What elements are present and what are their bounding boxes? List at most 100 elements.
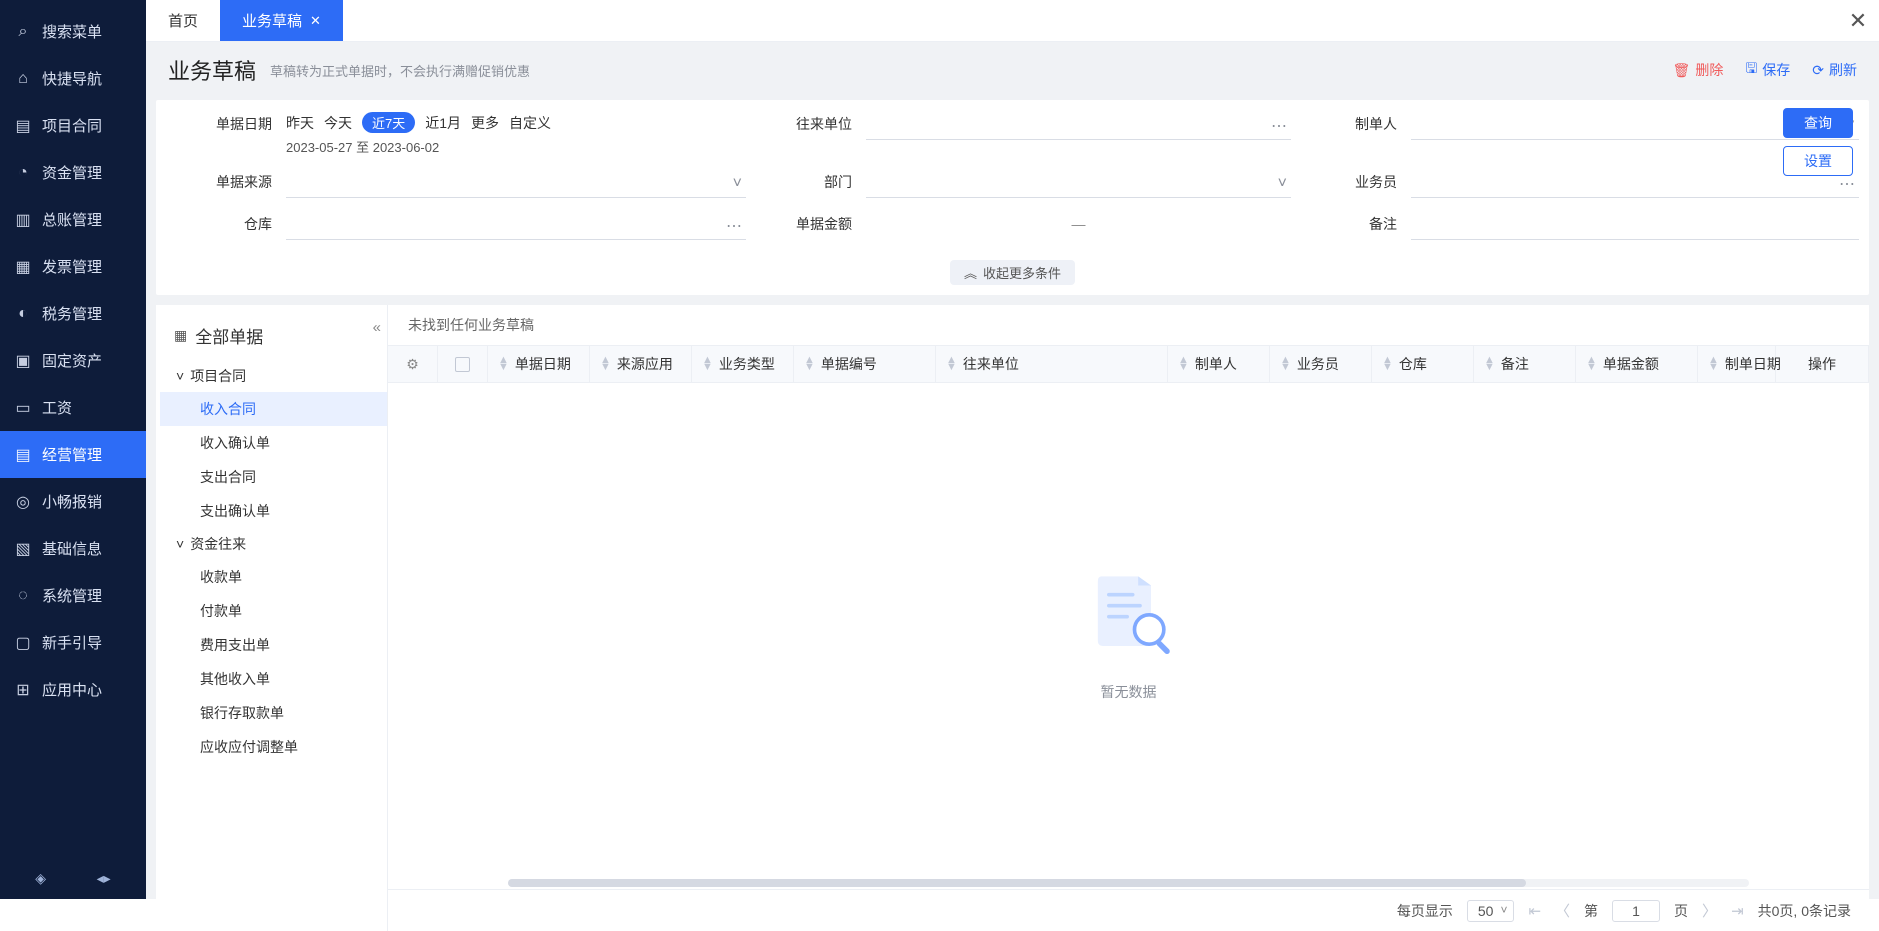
date-opt-7days[interactable]: 近7天 bbox=[362, 112, 415, 133]
sidebar-item-label: 发票管理 bbox=[42, 256, 102, 277]
date-opt-custom[interactable]: 自定义 bbox=[509, 113, 551, 133]
sort-icon: ▲▼ bbox=[702, 357, 713, 371]
prev-page-icon[interactable]: 〈 bbox=[1555, 900, 1570, 921]
col-source[interactable]: ▲▼来源应用 bbox=[590, 346, 692, 382]
page-input[interactable]: 1 bbox=[1612, 900, 1660, 922]
sidebar-item-invoice[interactable]: ▦ 发票管理 bbox=[0, 243, 146, 290]
date-options: 昨天 今天 近7天 近1月 更多 自定义 bbox=[286, 112, 746, 133]
empty-illustration-icon bbox=[1074, 558, 1184, 668]
last-page-icon[interactable]: ⇥ bbox=[1731, 902, 1744, 920]
close-icon[interactable]: ✕ bbox=[310, 13, 321, 29]
col-label: 单据日期 bbox=[515, 354, 571, 374]
remark-input[interactable] bbox=[1411, 212, 1859, 240]
sidebar-item-asset[interactable]: ▣固定资产 bbox=[0, 337, 146, 384]
col-salesman[interactable]: ▲▼业务员 bbox=[1270, 346, 1372, 382]
footer-icon-1[interactable]: ◈ bbox=[35, 870, 46, 887]
partner-picker[interactable]: ⋯ bbox=[866, 112, 1291, 140]
date-opt-today[interactable]: 今天 bbox=[324, 113, 352, 133]
sidebar-item-guide[interactable]: ▢新手引导 bbox=[0, 619, 146, 666]
col-label: 单据金额 bbox=[1603, 354, 1659, 374]
col-make-date[interactable]: ▲▼制单日期 bbox=[1698, 346, 1776, 382]
tab-draft[interactable]: 业务草稿 ✕ bbox=[220, 0, 343, 41]
tree-item-ar-ap-adjust[interactable]: 应收应付调整单 bbox=[156, 730, 387, 764]
warehouse-picker[interactable]: ⋯ bbox=[286, 212, 746, 240]
amount-label: 单据金额 bbox=[746, 212, 866, 234]
date-opt-more[interactable]: 更多 bbox=[471, 113, 499, 133]
tree-item-income-contract[interactable]: 收入合同 bbox=[160, 392, 387, 426]
date-opt-yesterday[interactable]: 昨天 bbox=[286, 113, 314, 133]
sidebar-item-tax[interactable]: ◐税务管理 bbox=[0, 290, 146, 337]
save-button[interactable]: 🖫保存 bbox=[1745, 58, 1790, 82]
sidebar-item-salary[interactable]: ▭工资 bbox=[0, 384, 146, 431]
tree-group-label: 资金往来 bbox=[190, 534, 246, 554]
first-page-icon[interactable]: ⇤ bbox=[1528, 902, 1541, 920]
filter-panel: 查询 设置 单据日期 昨天 今天 近7天 近1月 更多 自定义 2023-05-… bbox=[156, 100, 1869, 295]
col-maker[interactable]: ▲▼制单人 bbox=[1168, 346, 1270, 382]
date-opt-1month[interactable]: 近1月 bbox=[425, 113, 461, 133]
tree-item-receipt[interactable]: 收款单 bbox=[156, 560, 387, 594]
sidebar-item-label: 搜索菜单 bbox=[42, 21, 102, 42]
page-header: 业务草稿 草稿转为正式单据时，不会执行满赠促销优惠 🗑删除 🖫保存 ⟳刷新 bbox=[146, 42, 1879, 100]
remark-label: 备注 bbox=[1291, 212, 1411, 234]
sidebar-item-label: 新手引导 bbox=[42, 632, 102, 653]
settings-button[interactable]: 设置 bbox=[1783, 146, 1853, 176]
system-icon: ◌ bbox=[14, 587, 32, 605]
asset-icon: ▣ bbox=[14, 352, 32, 370]
dept-dropdown[interactable]: ˅ bbox=[866, 170, 1291, 198]
select-all-checkbox[interactable] bbox=[438, 346, 488, 382]
tab-home[interactable]: 首页 bbox=[146, 0, 220, 41]
tree-item-expense-bill[interactable]: 费用支出单 bbox=[156, 628, 387, 662]
collapse-label: 收起更多条件 bbox=[983, 263, 1061, 282]
sidebar-item-contract[interactable]: ▤项目合同 bbox=[0, 102, 146, 149]
col-date[interactable]: ▲▼单据日期 bbox=[488, 346, 590, 382]
filter-side-buttons: 查询 设置 bbox=[1783, 108, 1853, 176]
sidebar-item-quicknav[interactable]: ⌂快捷导航 bbox=[0, 55, 146, 102]
delete-button[interactable]: 🗑删除 bbox=[1673, 58, 1724, 82]
refresh-button[interactable]: ⟳刷新 bbox=[1812, 58, 1857, 82]
baseinfo-icon: ▧ bbox=[14, 540, 32, 558]
page-title: 业务草稿 bbox=[168, 54, 256, 86]
invoice-icon: ▦ bbox=[14, 258, 32, 276]
sort-icon: ▲▼ bbox=[804, 357, 815, 371]
tree-title-label: 全部单据 bbox=[195, 323, 263, 348]
sidebar-item-system[interactable]: ◌系统管理 bbox=[0, 572, 146, 619]
col-number[interactable]: ▲▼单据编号 bbox=[794, 346, 936, 382]
sidebar-item-business[interactable]: ▤经营管理 bbox=[0, 431, 146, 478]
tree-item-bank-transfer[interactable]: 银行存取款单 bbox=[156, 696, 387, 730]
tree-collapse-icon[interactable]: « bbox=[373, 319, 381, 336]
sidebar-item-apps[interactable]: ⊞应用中心 bbox=[0, 666, 146, 713]
tree-item-income-confirm[interactable]: 收入确认单 bbox=[156, 426, 387, 460]
query-button[interactable]: 查询 bbox=[1783, 108, 1853, 138]
tree-group-funds[interactable]: ˅资金往来 bbox=[156, 528, 387, 560]
tree-item-expense-confirm[interactable]: 支出确认单 bbox=[156, 494, 387, 528]
sidebar-item-baseinfo[interactable]: ▧基础信息 bbox=[0, 525, 146, 572]
page-size-select[interactable]: 50 bbox=[1467, 900, 1515, 922]
col-biztype[interactable]: ▲▼业务类型 bbox=[692, 346, 794, 382]
table-header: ⚙ ▲▼单据日期 ▲▼来源应用 ▲▼业务类型 ▲▼单据编号 ▲▼往来单位 ▲▼制… bbox=[388, 345, 1869, 383]
tree-group-contract[interactable]: ˅项目合同 bbox=[156, 360, 387, 392]
col-partner[interactable]: ▲▼往来单位 bbox=[936, 346, 1168, 382]
sort-icon: ▲▼ bbox=[1708, 357, 1719, 371]
next-page-icon[interactable]: 〉 bbox=[1702, 900, 1717, 921]
scroll-thumb[interactable] bbox=[508, 879, 1526, 887]
refresh-label: 刷新 bbox=[1829, 60, 1857, 80]
collapse-filters[interactable]: ︽ 收起更多条件 bbox=[950, 260, 1075, 285]
sidebar-item-expense[interactable]: ◎小畅报销 bbox=[0, 478, 146, 525]
source-dropdown[interactable]: ˅ bbox=[286, 170, 746, 198]
sidebar-item-label: 工资 bbox=[42, 397, 72, 418]
tree-item-other-income[interactable]: 其他收入单 bbox=[156, 662, 387, 696]
sidebar-item-search[interactable]: ⌕搜索菜单 bbox=[0, 8, 146, 55]
footer-icon-2[interactable]: ◂▸ bbox=[97, 870, 111, 887]
tax-icon: ◐ bbox=[14, 305, 32, 323]
col-warehouse[interactable]: ▲▼仓库 bbox=[1372, 346, 1474, 382]
column-settings[interactable]: ⚙ bbox=[388, 346, 438, 382]
close-all-icon[interactable]: ✕ bbox=[1837, 0, 1879, 41]
sidebar-item-funds[interactable]: ◔资金管理 bbox=[0, 149, 146, 196]
col-remark[interactable]: ▲▼备注 bbox=[1474, 346, 1576, 382]
date-range: 2023-05-27 至 2023-06-02 bbox=[286, 137, 746, 156]
horizontal-scrollbar[interactable] bbox=[388, 877, 1869, 889]
sidebar-item-ledger[interactable]: ▥总账管理 bbox=[0, 196, 146, 243]
tree-item-expense-contract[interactable]: 支出合同 bbox=[156, 460, 387, 494]
col-amount[interactable]: ▲▼单据金额 bbox=[1576, 346, 1698, 382]
tree-item-payment[interactable]: 付款单 bbox=[156, 594, 387, 628]
